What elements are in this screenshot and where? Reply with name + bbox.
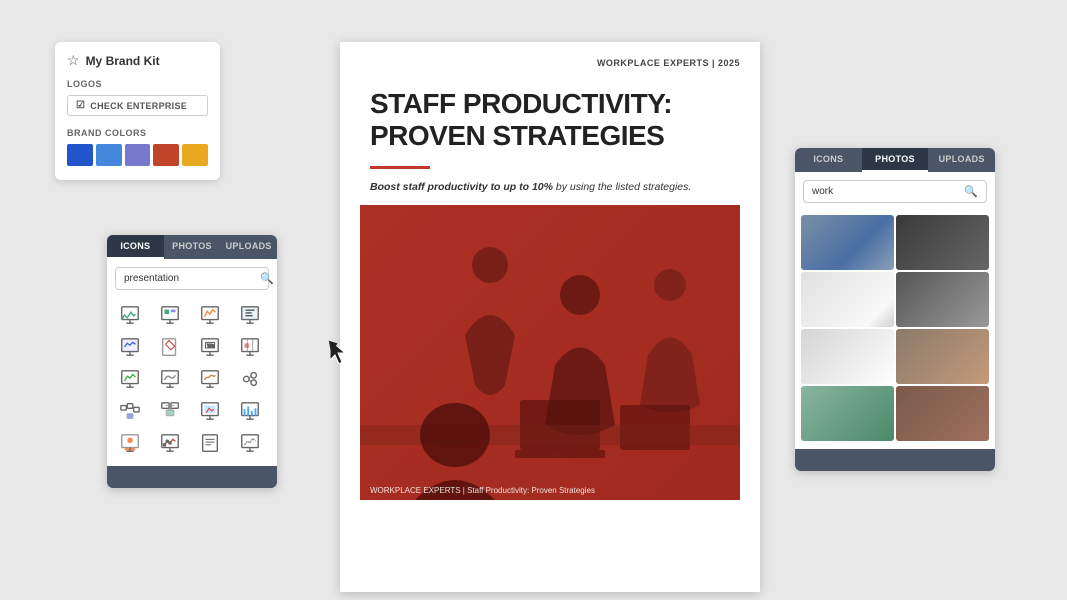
tab-uploads-photos-panel[interactable]: UPLOADS <box>928 148 995 172</box>
icons-search-bar: 🔍 <box>115 267 269 290</box>
check-enterprise-label: CHECK ENTERPRISE <box>90 101 187 111</box>
icon-cell-10[interactable] <box>153 364 187 394</box>
tab-icons-photos-panel[interactable]: ICONS <box>795 148 862 172</box>
doc-image: WORKPLACE EXPERTS | Staff Productivity: … <box>360 205 740 500</box>
photos-search-icon: 🔍 <box>964 185 978 198</box>
doc-red-line <box>370 166 430 169</box>
doc-header: WORKPLACE EXPERTS | 2025 <box>340 42 760 78</box>
brand-kit-header: ☆ My Brand Kit <box>67 52 208 69</box>
check-enterprise-button[interactable]: ☑ CHECK ENTERPRISE <box>67 95 208 116</box>
icon-cell-19[interactable] <box>193 428 227 458</box>
icons-panel: ICONS PHOTOS UPLOADS 🔍 We <box>107 235 277 488</box>
icons-panel-tabs: ICONS PHOTOS UPLOADS <box>107 235 277 259</box>
logos-label: LOGOS <box>67 79 208 89</box>
icon-cell-5[interactable] <box>113 332 147 362</box>
doc-subtitle: Boost staff productivity to up to 10% by… <box>340 177 760 205</box>
icon-cell-14[interactable] <box>153 396 187 426</box>
color-swatch-3[interactable] <box>125 144 151 166</box>
icons-search-input[interactable] <box>124 273 256 284</box>
photo-thumb-2[interactable] <box>896 215 989 270</box>
color-swatches <box>67 144 208 166</box>
icon-cell-3[interactable] <box>193 300 227 330</box>
icon-cell-1[interactable] <box>113 300 147 330</box>
photo-thumb-8[interactable] <box>896 386 989 441</box>
icon-cell-18[interactable] <box>153 428 187 458</box>
icons-panel-footer <box>107 466 277 488</box>
color-swatch-2[interactable] <box>96 144 122 166</box>
brand-colors-label: BRAND COLORS <box>67 128 208 138</box>
logos-section: LOGOS ☑ CHECK ENTERPRISE <box>67 79 208 116</box>
icon-cell-6[interactable] <box>153 332 187 362</box>
icon-cell-2[interactable] <box>153 300 187 330</box>
color-swatch-4[interactable] <box>153 144 179 166</box>
icon-cell-17[interactable] <box>113 428 147 458</box>
search-icon: 🔍 <box>260 272 274 285</box>
tab-icons[interactable]: ICONS <box>107 235 164 259</box>
photos-search-input[interactable] <box>812 186 960 197</box>
icon-cell-16[interactable] <box>233 396 267 426</box>
star-icon: ☆ <box>67 52 80 69</box>
icons-grid: We <box>107 296 277 466</box>
photos-panel-footer <box>795 449 995 471</box>
doc-subtitle-boost: Boost staff productivity to up to 10% <box>370 181 553 193</box>
svg-text:We: We <box>207 343 214 348</box>
check-icon: ☑ <box>76 100 85 111</box>
photo-thumb-1[interactable] <box>801 215 894 270</box>
icon-cell-8[interactable] <box>233 332 267 362</box>
photos-panel: ICONS PHOTOS UPLOADS 🔍 <box>795 148 995 471</box>
photo-thumb-3[interactable] <box>801 272 894 327</box>
brand-colors-section: BRAND COLORS <box>67 128 208 166</box>
icon-cell-11[interactable] <box>193 364 227 394</box>
tab-uploads[interactable]: UPLOADS <box>220 235 277 259</box>
photo-thumb-6[interactable] <box>896 329 989 384</box>
icon-cell-15[interactable] <box>193 396 227 426</box>
doc-image-svg <box>360 205 740 500</box>
doc-title-heading: STAFF PRODUCTIVITY:PROVEN STRATEGIES <box>370 88 730 152</box>
photo-thumb-4[interactable] <box>896 272 989 327</box>
color-swatch-1[interactable] <box>67 144 93 166</box>
icon-cell-20[interactable] <box>233 428 267 458</box>
brand-kit-title: My Brand Kit <box>86 54 160 68</box>
icon-cell-13[interactable] <box>113 396 147 426</box>
photo-thumb-7[interactable] <box>801 386 894 441</box>
icon-cell-4[interactable] <box>233 300 267 330</box>
icon-cell-7[interactable]: We <box>193 332 227 362</box>
color-swatch-5[interactable] <box>182 144 208 166</box>
photos-panel-tabs: ICONS PHOTOS UPLOADS <box>795 148 995 172</box>
icon-cell-12[interactable] <box>233 364 267 394</box>
tab-photos-photos-panel[interactable]: PHOTOS <box>862 148 929 172</box>
photos-grid <box>795 209 995 449</box>
brand-kit-panel: ☆ My Brand Kit LOGOS ☑ CHECK ENTERPRISE … <box>55 42 220 180</box>
doc-title: STAFF PRODUCTIVITY:PROVEN STRATEGIES <box>340 78 760 158</box>
photo-thumb-5[interactable] <box>801 329 894 384</box>
icon-cell-9[interactable] <box>113 364 147 394</box>
main-document: WORKPLACE EXPERTS | 2025 STAFF PRODUCTIV… <box>340 42 760 592</box>
tab-photos[interactable]: PHOTOS <box>164 235 221 259</box>
photos-search-bar: 🔍 <box>803 180 987 203</box>
doc-image-caption: WORKPLACE EXPERTS | Staff Productivity: … <box>360 481 740 500</box>
